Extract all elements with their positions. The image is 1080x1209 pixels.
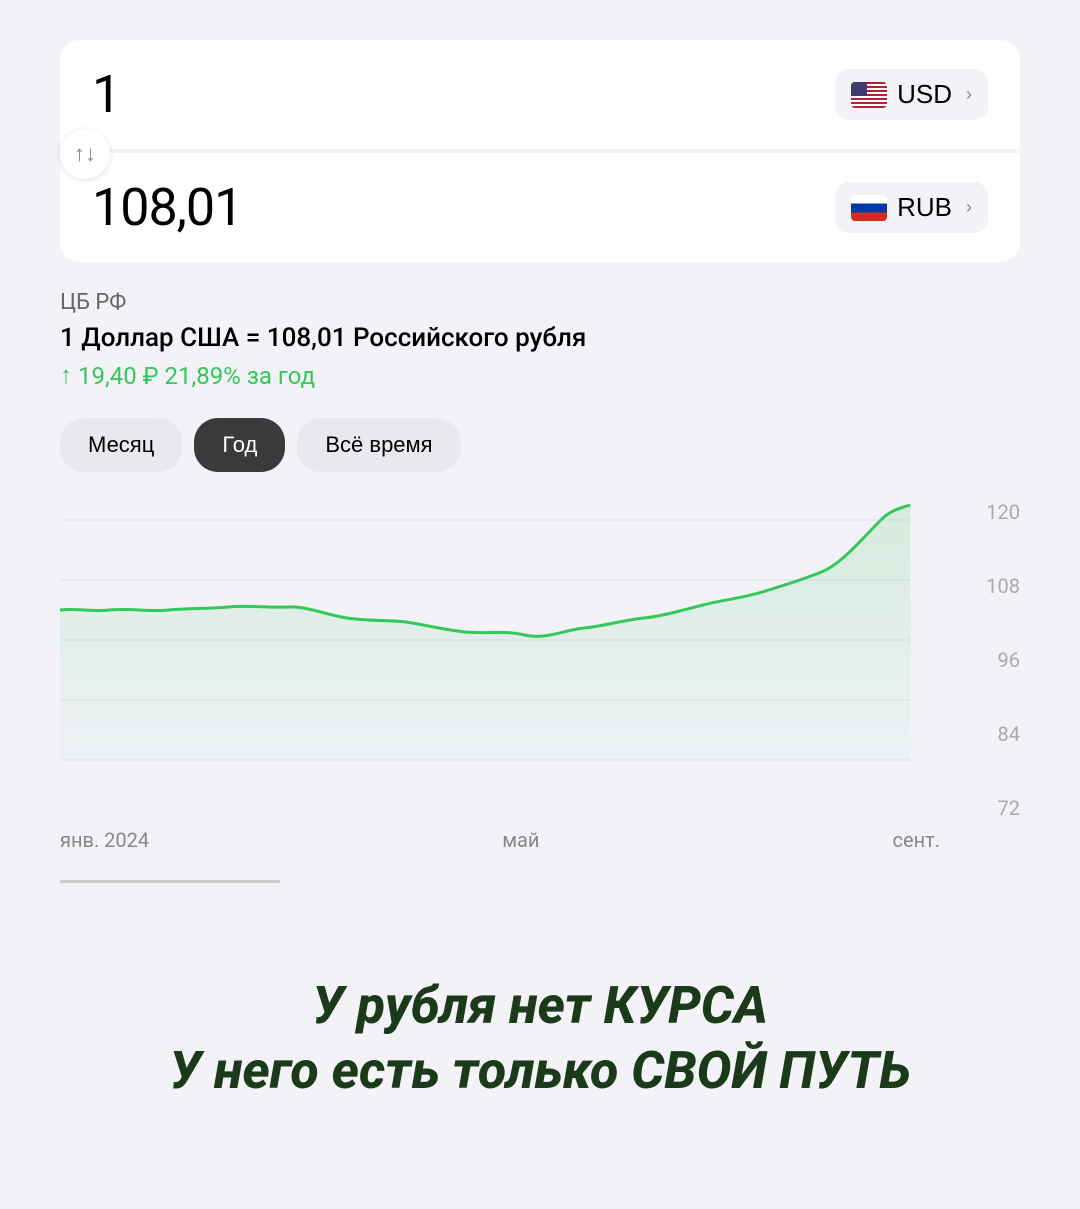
from-amount: 1 — [92, 64, 120, 125]
y-label-120: 120 — [950, 500, 1020, 524]
period-year-button[interactable]: Год — [194, 418, 285, 472]
divider — [60, 880, 280, 883]
change-value: 19,40 ₽ 21,89% за год — [78, 362, 315, 390]
to-amount: 108,01 — [92, 177, 242, 238]
chart-svg — [60, 500, 950, 820]
to-currency-row: 108,01 RUB › — [60, 153, 1020, 262]
y-axis-labels: 120 108 96 84 72 — [950, 500, 1020, 820]
meme-section: У рубля нет КУРСА У него есть только СВО… — [0, 913, 1080, 1163]
meme-line1: У рубля нет КУРСА — [40, 973, 1040, 1038]
from-currency-code: USD — [897, 79, 952, 110]
y-label-108: 108 — [950, 574, 1020, 598]
main-container: 1 USD › ↑↓ 108,01 RUB › ЦБ РФ 1 Доллар — [0, 0, 1080, 883]
chart-wrapper: 120 108 96 84 72 — [60, 500, 1020, 820]
rate-description: 1 Доллар США = 108,01 Российского рубля — [60, 323, 1020, 353]
to-chevron-icon: › — [966, 197, 972, 218]
swap-button[interactable]: ↑↓ — [60, 129, 110, 179]
to-currency-code: RUB — [897, 192, 952, 223]
period-month-button[interactable]: Месяц — [60, 418, 182, 472]
from-currency-selector[interactable]: USD › — [835, 69, 988, 120]
rub-flag-icon — [851, 195, 887, 221]
y-label-96: 96 — [950, 648, 1020, 672]
source-label: ЦБ РФ — [60, 290, 1020, 315]
to-currency-selector[interactable]: RUB › — [835, 182, 988, 233]
period-buttons: Месяц Год Всё время — [60, 418, 1020, 472]
rate-change: ↑ 19,40 ₽ 21,89% за год — [60, 361, 1020, 390]
converter-card: 1 USD › ↑↓ 108,01 RUB › — [60, 40, 1020, 262]
x-label-may: май — [502, 828, 539, 852]
period-alltime-button[interactable]: Всё время — [297, 418, 460, 472]
x-label-jan: янв. 2024 — [60, 828, 149, 852]
y-label-84: 84 — [950, 722, 1020, 746]
meme-text: У рубля нет КУРСА У него есть только СВО… — [40, 973, 1040, 1103]
from-chevron-icon: › — [966, 84, 972, 105]
chart-area — [60, 500, 950, 820]
meme-line2: У него есть только СВОЙ ПУТЬ — [40, 1038, 1040, 1103]
x-label-sept: сент. — [893, 828, 941, 852]
y-label-72: 72 — [950, 796, 1020, 820]
from-currency-row: 1 USD › — [60, 40, 1020, 149]
change-arrow: ↑ — [60, 361, 72, 390]
x-axis-labels: янв. 2024 май сент. — [60, 820, 1020, 852]
usd-flag-icon — [851, 82, 887, 108]
swap-icon: ↑↓ — [74, 141, 96, 167]
info-section: ЦБ РФ 1 Доллар США = 108,01 Российского … — [60, 262, 1020, 852]
